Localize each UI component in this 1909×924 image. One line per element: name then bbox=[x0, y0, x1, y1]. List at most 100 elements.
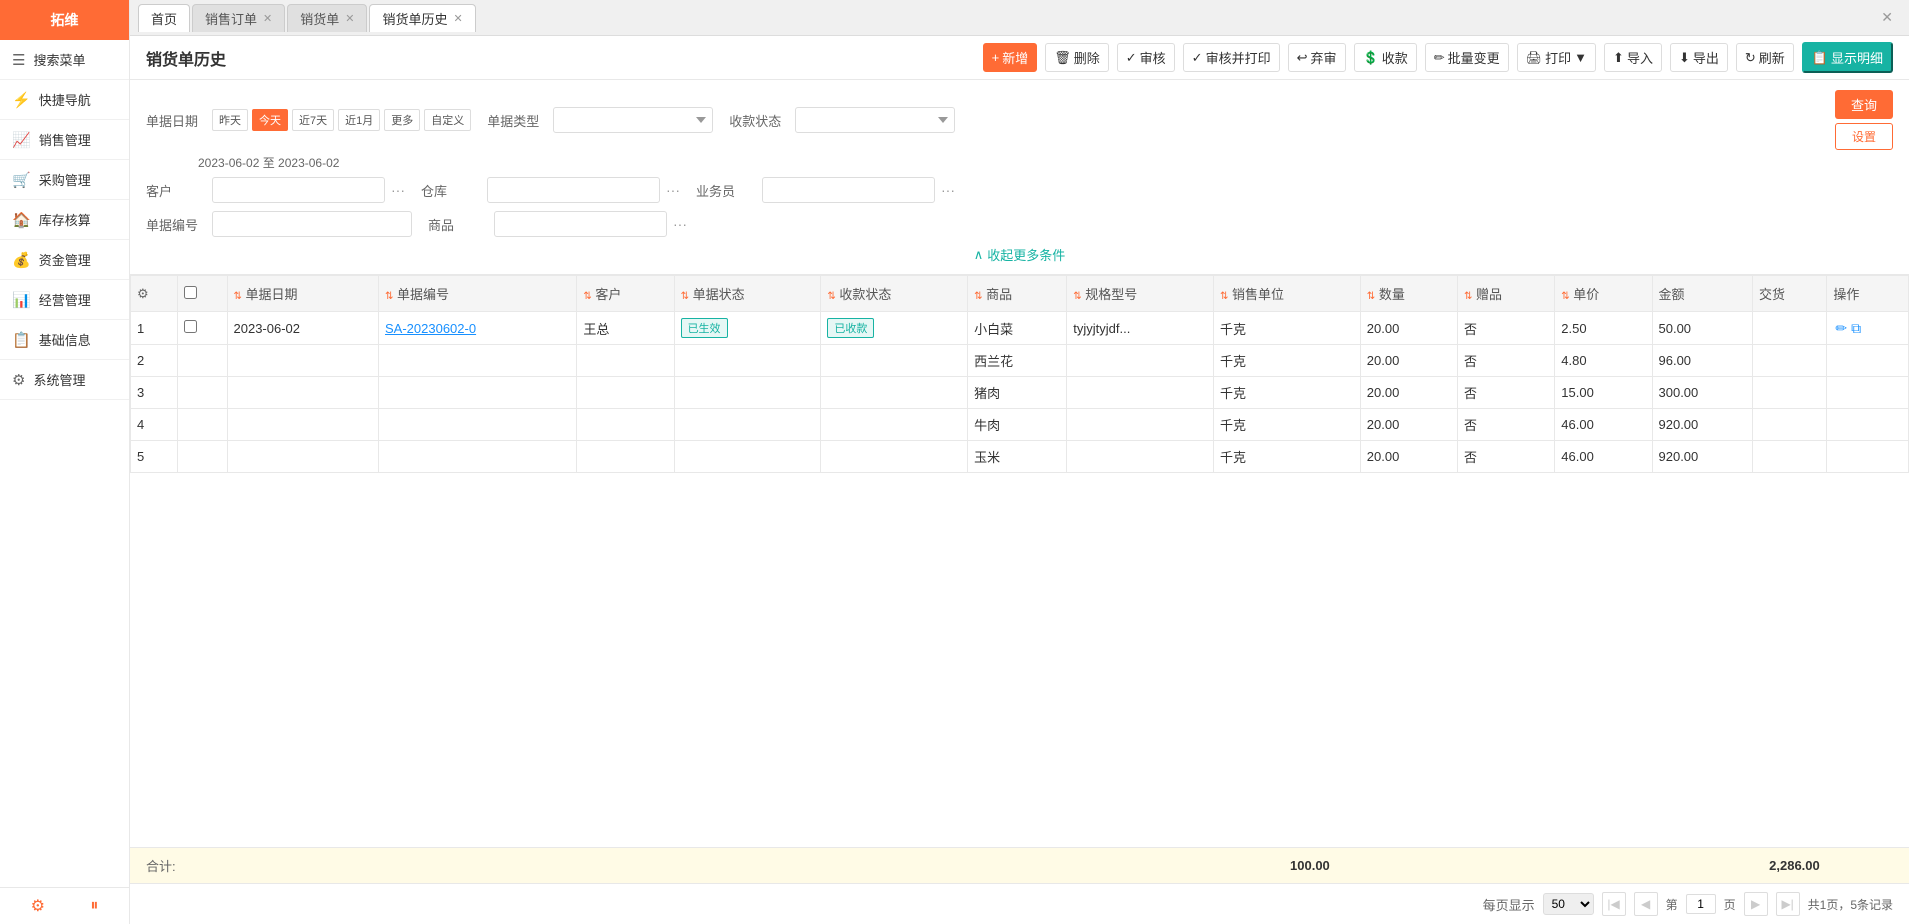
cell-checkbox bbox=[177, 441, 227, 473]
page-title: 销货单历史 bbox=[146, 46, 226, 70]
salesperson-input[interactable] bbox=[762, 177, 935, 203]
window-close-button[interactable]: ✕ bbox=[1877, 9, 1897, 26]
date-7days-btn[interactable]: 近7天 bbox=[292, 109, 334, 131]
per-page-select[interactable]: 50 100 200 bbox=[1543, 893, 1594, 915]
tab-home-label: 首页 bbox=[151, 9, 177, 28]
row-checkbox[interactable] bbox=[184, 320, 197, 333]
abandon-button[interactable]: ↩ 弃审 bbox=[1288, 43, 1346, 72]
cell-doc-status bbox=[674, 345, 821, 377]
gear-icon[interactable]: ⚙ bbox=[137, 286, 149, 301]
sidebar-item-search-menu[interactable]: ☰ 搜索菜单 bbox=[0, 40, 129, 80]
collapse-label: 收起更多条件 bbox=[987, 245, 1065, 264]
warehouse-dots[interactable]: ··· bbox=[666, 182, 680, 198]
th-gear[interactable]: ⚙ bbox=[131, 276, 178, 312]
th-doc-status[interactable]: ⇅ 单据状态 bbox=[674, 276, 821, 312]
doc-no-input[interactable] bbox=[212, 211, 412, 237]
customer-input[interactable] bbox=[212, 177, 385, 203]
th-spec[interactable]: ⇅ 规格型号 bbox=[1067, 276, 1214, 312]
sidebar-item-sys-mgmt[interactable]: ⚙ 系统管理 bbox=[0, 360, 129, 400]
page-input[interactable] bbox=[1686, 894, 1716, 914]
prev-page-button[interactable]: ◀ bbox=[1634, 892, 1658, 916]
sidebar-item-basic-info[interactable]: 📋 基础信息 bbox=[0, 320, 129, 360]
query-button[interactable]: 查询 bbox=[1835, 90, 1893, 119]
new-button[interactable]: + 新增 bbox=[983, 43, 1038, 72]
edit-row-button[interactable]: ✏ bbox=[1835, 320, 1847, 336]
tab-sales-order-close[interactable]: ✕ bbox=[263, 12, 272, 25]
date-today-btn[interactable]: 今天 bbox=[252, 109, 288, 131]
cell-customer bbox=[577, 441, 674, 473]
tab-sales-goods[interactable]: 销货单 ✕ bbox=[287, 4, 367, 32]
sidebar-settings-icon[interactable]: ⚙ bbox=[31, 896, 45, 916]
cell-doc-no[interactable] bbox=[379, 377, 577, 409]
next-page-button[interactable]: ▶ bbox=[1744, 892, 1768, 916]
print-dropdown-icon: ▼ bbox=[1574, 50, 1587, 65]
date-1month-btn[interactable]: 近1月 bbox=[338, 109, 380, 131]
sidebar-item-purchase-mgmt[interactable]: 🛒 采购管理 bbox=[0, 160, 129, 200]
th-sales-unit[interactable]: ⇅ 销售单位 bbox=[1214, 276, 1361, 312]
tab-sales-order[interactable]: 销售订单 ✕ bbox=[192, 4, 285, 32]
tab-sales-history[interactable]: 销货单历史 ✕ bbox=[369, 4, 475, 32]
sidebar-item-label: 搜索菜单 bbox=[33, 50, 85, 69]
sidebar-item-ops-mgmt[interactable]: 📊 经营管理 bbox=[0, 280, 129, 320]
th-pay-status[interactable]: ⇅ 收款状态 bbox=[821, 276, 968, 312]
sidebar-pause-icon[interactable]: ⏸ bbox=[90, 897, 98, 915]
goods-input[interactable] bbox=[494, 211, 667, 237]
th-goods[interactable]: ⇅ 商品 bbox=[968, 276, 1067, 312]
refresh-button[interactable]: ↻ 刷新 bbox=[1736, 43, 1794, 72]
tab-sales-goods-close[interactable]: ✕ bbox=[345, 12, 354, 25]
date-yesterday-btn[interactable]: 昨天 bbox=[212, 109, 248, 131]
set-button[interactable]: 设置 bbox=[1835, 123, 1893, 150]
goods-dots[interactable]: ··· bbox=[673, 216, 687, 232]
sidebar-item-finance-mgmt[interactable]: 💰 资金管理 bbox=[0, 240, 129, 280]
warehouse-label: 仓库 bbox=[421, 181, 481, 200]
collect-button[interactable]: 💲 收款 bbox=[1354, 43, 1417, 72]
batch-change-button[interactable]: ✏ 批量变更 bbox=[1425, 43, 1509, 72]
tab-sales-history-close[interactable]: ✕ bbox=[454, 12, 463, 25]
export-button[interactable]: ⬇ 导出 bbox=[1670, 43, 1728, 72]
audit-print-button[interactable]: ✓ 审核并打印 bbox=[1183, 43, 1280, 72]
sidebar-item-quick-nav[interactable]: ⚡ 快捷导航 bbox=[0, 80, 129, 120]
quick-nav-icon: ⚡ bbox=[12, 91, 31, 109]
sidebar-item-inventory[interactable]: 🏠 库存核算 bbox=[0, 200, 129, 240]
copy-row-button[interactable]: ⧉ bbox=[1851, 320, 1861, 336]
doc-type-select[interactable] bbox=[553, 107, 713, 133]
date-custom-btn[interactable]: 自定义 bbox=[424, 109, 471, 131]
th-customer[interactable]: ⇅ 客户 bbox=[577, 276, 674, 312]
th-quantity[interactable]: ⇅ 数量 bbox=[1360, 276, 1457, 312]
cell-date bbox=[227, 441, 378, 473]
audit-icon: ✓ bbox=[1126, 50, 1137, 66]
th-gift[interactable]: ⇅ 赠品 bbox=[1458, 276, 1555, 312]
cell-checkbox bbox=[177, 409, 227, 441]
pay-status-select[interactable] bbox=[795, 107, 955, 133]
print-button[interactable]: 🖨 打印 ▼ bbox=[1517, 43, 1596, 72]
th-unit-price[interactable]: ⇅ 单价 bbox=[1555, 276, 1652, 312]
salesperson-dots[interactable]: ··· bbox=[941, 182, 955, 198]
ops-mgmt-icon: 📊 bbox=[12, 291, 31, 309]
import-button[interactable]: ⬆ 导入 bbox=[1604, 43, 1662, 72]
sidebar-item-sales-mgmt[interactable]: 📈 销售管理 bbox=[0, 120, 129, 160]
toolbar: 销货单历史 + 新增 🗑 删除 ✓ 审核 ✓ 审核并打印 ↩ 弃审 bbox=[130, 36, 1909, 80]
last-page-button[interactable]: ▶| bbox=[1776, 892, 1800, 916]
cell-doc-no[interactable] bbox=[379, 441, 577, 473]
date-more-btn[interactable]: 更多 bbox=[384, 109, 420, 131]
display-detail-button[interactable]: 📋 显示明细 bbox=[1802, 42, 1893, 73]
audit-button[interactable]: ✓ 审核 bbox=[1117, 43, 1175, 72]
new-icon: + bbox=[992, 50, 1000, 65]
select-all-checkbox[interactable] bbox=[184, 286, 197, 299]
tab-home[interactable]: 首页 bbox=[138, 4, 190, 32]
cell-doc-no[interactable] bbox=[379, 409, 577, 441]
filter-area: 单据日期 昨天 今天 近7天 近1月 更多 自定义 单据类型 收款状态 bbox=[130, 80, 1909, 275]
customer-dots[interactable]: ··· bbox=[391, 182, 405, 198]
doc-no-link[interactable]: SA-20230602-0 bbox=[385, 321, 476, 336]
collapse-button[interactable]: ∧ 收起更多条件 bbox=[146, 245, 1893, 264]
cell-doc-no[interactable]: SA-20230602-0 bbox=[379, 312, 577, 345]
th-date[interactable]: ⇅ 单据日期 bbox=[227, 276, 378, 312]
cell-actions bbox=[1827, 377, 1909, 409]
cell-doc-no[interactable] bbox=[379, 345, 577, 377]
th-doc-no[interactable]: ⇅ 单据编号 bbox=[379, 276, 577, 312]
tab-sales-goods-label: 销货单 bbox=[300, 9, 339, 28]
warehouse-input[interactable] bbox=[487, 177, 660, 203]
delete-button[interactable]: 🗑 删除 bbox=[1045, 43, 1109, 72]
sidebar-item-label: 基础信息 bbox=[39, 330, 91, 349]
first-page-button[interactable]: |◀ bbox=[1602, 892, 1626, 916]
